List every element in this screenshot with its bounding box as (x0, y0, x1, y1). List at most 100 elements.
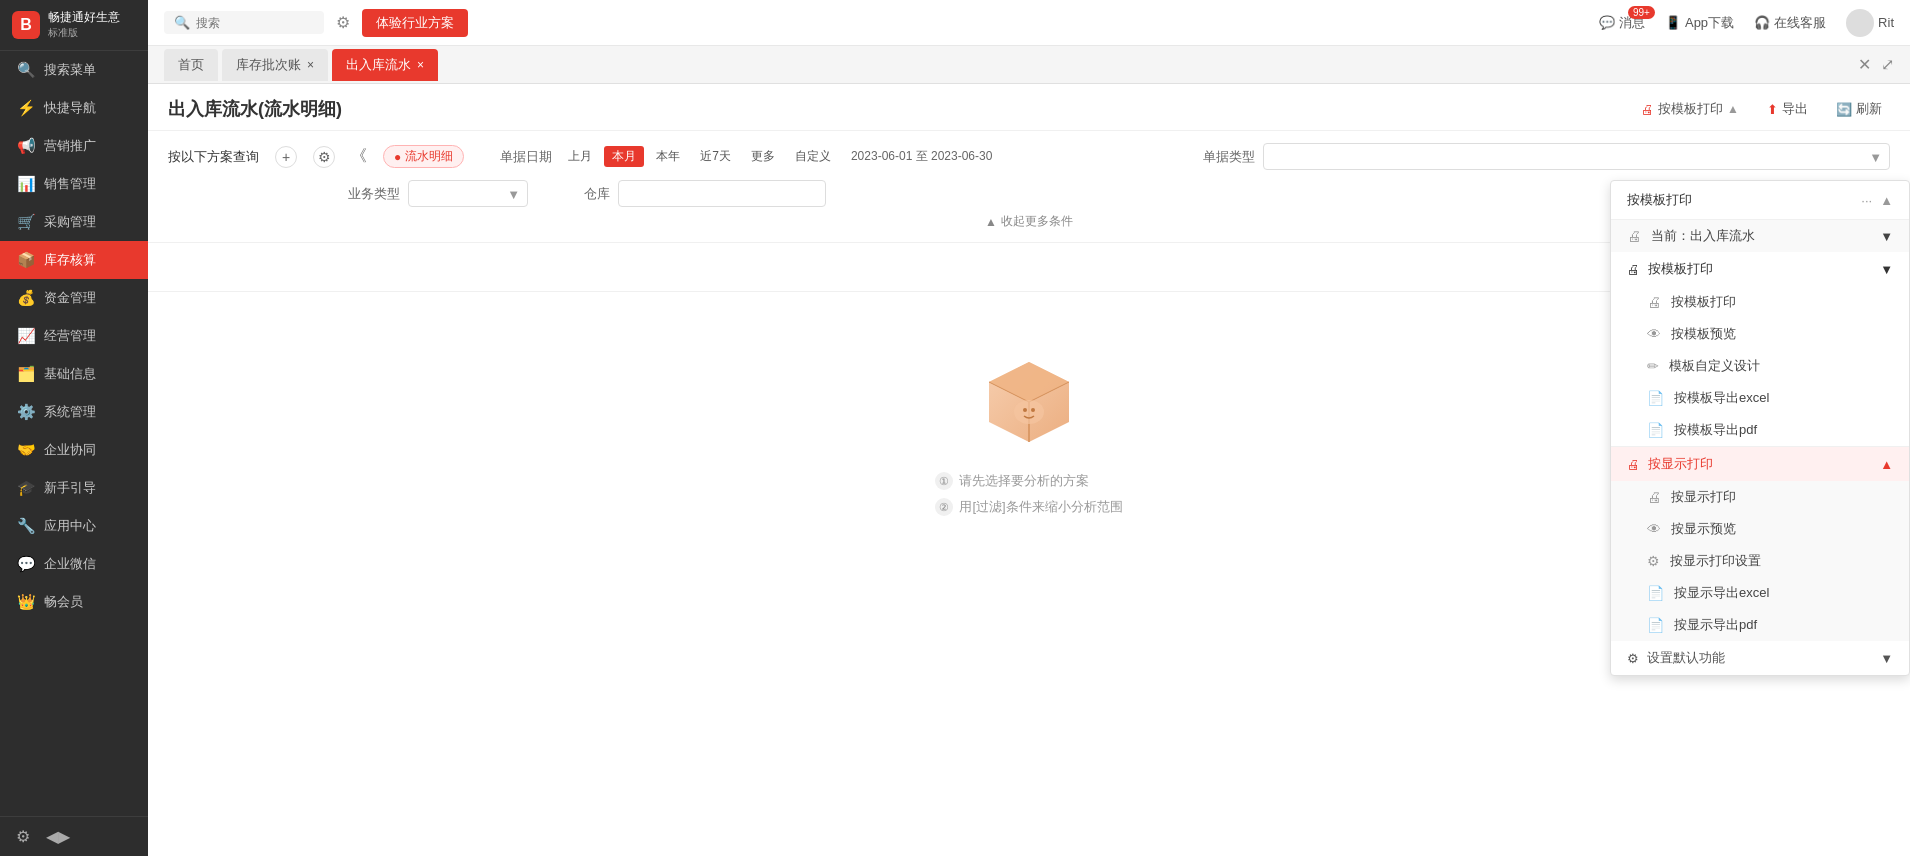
search-input[interactable] (196, 16, 296, 30)
tip-text-1: 请先选择要分析的方案 (959, 472, 1089, 490)
template-custom-item-label: 模板自定义设计 (1669, 357, 1760, 375)
template-export-excel-item[interactable]: 📄 按模板导出excel (1611, 382, 1909, 414)
display-print-settings-item[interactable]: ⚙ 按显示打印设置 (1611, 545, 1909, 577)
topbar-search-box[interactable]: 🔍 (164, 11, 324, 34)
tip-num-1: ① (935, 472, 953, 490)
edit-icon: ✏ (1647, 358, 1659, 374)
wrench-icon: 🔧 (16, 517, 36, 535)
export-button[interactable]: ⬆ 导出 (1759, 96, 1816, 122)
template-print-item[interactable]: 🖨 按模板打印 (1611, 286, 1909, 318)
tab-close-batch-account[interactable]: × (307, 58, 314, 72)
sidebar-item-label: 营销推广 (44, 137, 132, 155)
user-avatar-area[interactable]: Rit (1846, 9, 1894, 37)
handshake-icon: 🤝 (16, 441, 36, 459)
tab-close-flow[interactable]: × (417, 58, 424, 72)
more-icon[interactable]: ··· (1861, 193, 1872, 208)
sidebar-item-operation[interactable]: 📈 经营管理 (0, 317, 148, 355)
date-range-display: 2023-06-01 至 2023-06-30 (851, 148, 992, 165)
template-preview-item[interactable]: 👁 按模板预览 (1611, 318, 1909, 350)
tab-batch-account[interactable]: 库存批次账 × (222, 49, 328, 81)
display-print-item[interactable]: 🖨 按显示打印 (1611, 481, 1909, 513)
filter-add-button[interactable]: + (275, 146, 297, 168)
sidebar-item-system[interactable]: ⚙️ 系统管理 (0, 393, 148, 431)
display-export-excel-item[interactable]: 📄 按显示导出excel (1611, 577, 1909, 609)
sidebar-item-quick-nav[interactable]: ⚡ 快捷导航 (0, 89, 148, 127)
maximize-window-icon[interactable]: ⤢ (1881, 55, 1894, 74)
date-tab-this-year[interactable]: 本年 (648, 146, 688, 167)
display-export-pdf-item[interactable]: 📄 按显示导出pdf (1611, 609, 1909, 641)
online-service-button[interactable]: 🎧 在线客服 (1754, 14, 1826, 32)
sidebar-item-label: 资金管理 (44, 289, 132, 307)
sidebar-item-member[interactable]: 👑 畅会员 (0, 583, 148, 621)
filter-settings-button[interactable]: ⚙ (313, 146, 335, 168)
display-preview-item[interactable]: 👁 按显示预览 (1611, 513, 1909, 545)
bill-type-select[interactable]: ▼ (1263, 143, 1890, 170)
business-type-select[interactable]: ▼ (408, 180, 528, 207)
export-label: 导出 (1782, 100, 1808, 118)
date-filter-field: 单据日期 上月 本月 本年 近7天 更多 自定义 2023-06-01 至 20… (500, 146, 1187, 167)
filter-label: 按以下方案查询 (168, 148, 259, 166)
cart-icon: 🛒 (16, 213, 36, 231)
sidebar-item-label: 库存核算 (44, 251, 132, 269)
sidebar-item-purchase[interactable]: 🛒 采购管理 (0, 203, 148, 241)
sidebar-item-finance[interactable]: 💰 资金管理 (0, 279, 148, 317)
filter-tag-active[interactable]: ● 流水明细 (383, 145, 464, 168)
sidebar-item-base[interactable]: 🗂️ 基础信息 (0, 355, 148, 393)
display-pdf-icon: 📄 (1647, 617, 1664, 633)
business-type-dropdown[interactable] (408, 180, 528, 207)
lightning-icon: ⚡ (16, 99, 36, 117)
settings-bottom-icon[interactable]: ⚙ (16, 827, 30, 846)
bill-type-dropdown[interactable] (1263, 143, 1890, 170)
sidebar-item-guide[interactable]: 🎓 新手引导 (0, 469, 148, 507)
page-content: 出入库流水(流水明细) 🖨 按模板打印 ▲ ⬆ 导出 🔄 刷新 (148, 84, 1910, 856)
dropdown-header: 按模板打印 ··· ▲ (1611, 181, 1909, 220)
gear-icon[interactable]: ⚙ (336, 13, 350, 32)
display-print-header[interactable]: 🖨 按显示打印 ▲ (1611, 447, 1909, 481)
warehouse-input[interactable] (618, 180, 826, 207)
date-tab-last-month[interactable]: 上月 (560, 146, 600, 167)
print-template-button[interactable]: 🖨 按模板打印 ▲ (1633, 96, 1747, 122)
date-tab-7-days[interactable]: 近7天 (692, 146, 739, 167)
template-export-pdf-label: 按模板导出pdf (1674, 421, 1757, 439)
page-title: 出入库流水(流水明细) (168, 97, 342, 121)
headset-icon: 🎧 (1754, 15, 1770, 30)
refresh-button[interactable]: 🔄 刷新 (1828, 96, 1890, 122)
empty-tips: ① 请先选择要分析的方案 ② 用[过滤]条件来缩小分析范围 (935, 472, 1122, 524)
sidebar-item-enterprise-wechat[interactable]: 💬 企业微信 (0, 545, 148, 583)
template-export-pdf-item[interactable]: 📄 按模板导出pdf (1611, 414, 1909, 446)
sidebar-item-enterprise[interactable]: 🤝 企业协同 (0, 431, 148, 469)
tab-home[interactable]: 首页 (164, 49, 218, 81)
tip-text-2: 用[过滤]条件来缩小分析范围 (959, 498, 1122, 516)
promo-button[interactable]: 体验行业方案 (362, 9, 468, 37)
collapse-sidebar-icon[interactable]: ◀▶ (46, 827, 70, 846)
set-default-item[interactable]: ⚙ 设置默认功能 ▼ (1611, 641, 1909, 675)
display-preview-icon: 👁 (1647, 521, 1661, 537)
date-tab-more[interactable]: 更多 (743, 146, 783, 167)
sidebar-item-inventory[interactable]: 📦 库存核算 (0, 241, 148, 279)
template-preview-item-label: 按模板预览 (1671, 325, 1736, 343)
close-window-icon[interactable]: ✕ (1858, 55, 1871, 74)
date-tab-custom[interactable]: 自定义 (787, 146, 839, 167)
sidebar-item-search[interactable]: 🔍 搜索菜单 (0, 51, 148, 89)
window-controls: ✕ ⤢ (1858, 55, 1894, 74)
panel-header-icons: ··· ▲ (1861, 193, 1893, 208)
tab-flow[interactable]: 出入库流水 × (332, 49, 438, 81)
template-print-header[interactable]: 🖨 按模板打印 ▼ (1611, 252, 1909, 286)
excel-icon: 📄 (1647, 390, 1664, 406)
filter-row-top: 按以下方案查询 + ⚙ 《 ● 流水明细 单据日期 上月 本月 本年 近7天 (168, 143, 1890, 170)
chevron-down-icon-3: ▼ (1880, 229, 1893, 244)
sidebar-item-sales[interactable]: 📊 销售管理 (0, 165, 148, 203)
bill-type-label: 单据类型 (1203, 148, 1255, 166)
sidebar-item-app-center[interactable]: 🔧 应用中心 (0, 507, 148, 545)
filter-collapse-button[interactable]: 《 (351, 146, 367, 167)
app-download-button[interactable]: 📱 App下载 (1665, 14, 1734, 32)
message-button[interactable]: 💬 消息 99+ (1599, 14, 1645, 32)
template-custom-item[interactable]: ✏ 模板自定义设计 (1611, 350, 1909, 382)
date-tab-this-month[interactable]: 本月 (604, 146, 644, 167)
current-template-item[interactable]: 🖨 当前：出入库流水 ▼ (1611, 220, 1909, 252)
chevron-up-icon-3[interactable]: ▲ (1880, 193, 1893, 208)
phone-icon: 📱 (1665, 15, 1681, 30)
collapse-more-button[interactable]: ▲ 收起更多条件 (985, 213, 1073, 230)
sidebar-item-marketing[interactable]: 📢 营销推广 (0, 127, 148, 165)
search-icon: 🔍 (174, 15, 190, 30)
